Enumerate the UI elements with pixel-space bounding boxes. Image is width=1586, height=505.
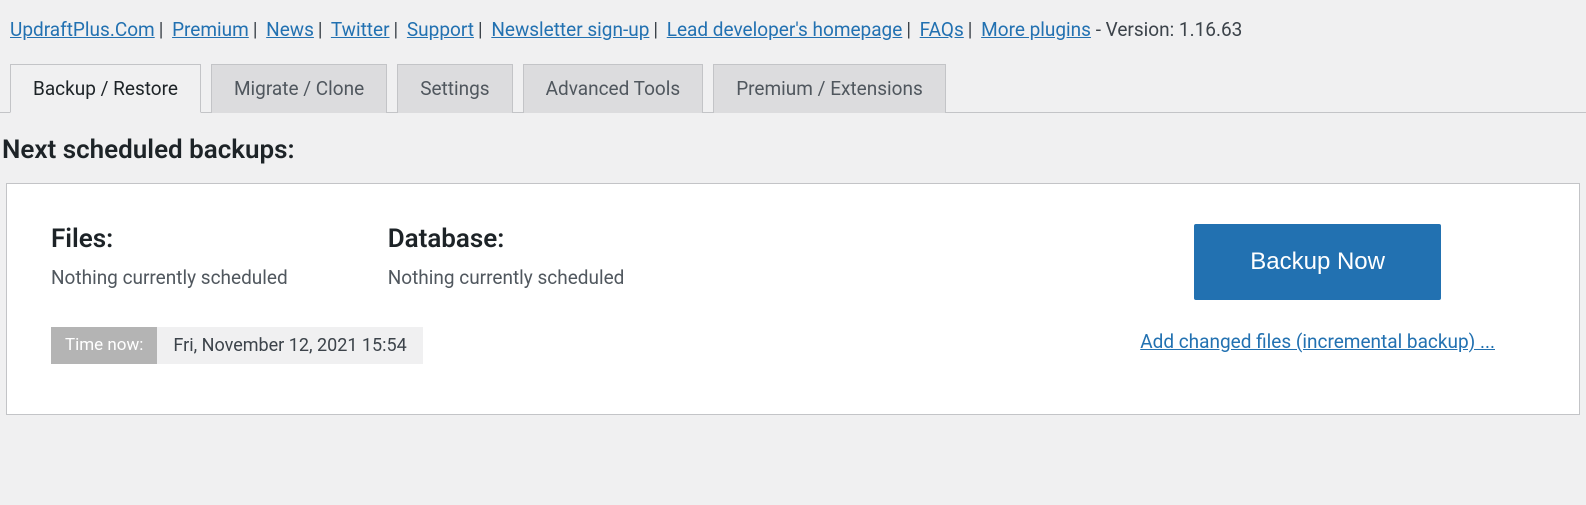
schedule-panel: Files: Nothing currently scheduled Datab… xyxy=(6,183,1580,415)
schedule-row: Files: Nothing currently scheduled Datab… xyxy=(51,224,1140,289)
incremental-backup-link[interactable]: Add changed files (incremental backup) .… xyxy=(1140,330,1495,353)
tab-migrate-clone[interactable]: Migrate / Clone xyxy=(211,64,387,113)
files-status: Nothing currently scheduled xyxy=(51,266,288,289)
files-schedule-block: Files: Nothing currently scheduled xyxy=(51,224,288,289)
database-status: Nothing currently scheduled xyxy=(388,266,625,289)
top-links-bar: UpdraftPlus.Com| Premium| News| Twitter|… xyxy=(0,0,1586,53)
backup-now-button[interactable]: Backup Now xyxy=(1194,224,1441,300)
version-text: - Version: 1.16.63 xyxy=(1096,18,1243,41)
panel-right: Backup Now Add changed files (incrementa… xyxy=(1140,224,1535,353)
tab-advanced-tools[interactable]: Advanced Tools xyxy=(523,64,704,113)
link-news[interactable]: News xyxy=(266,18,314,41)
tabs-container: Backup / Restore Migrate / Clone Setting… xyxy=(0,53,1586,113)
link-lead-developer[interactable]: Lead developer's homepage xyxy=(667,18,903,41)
link-support[interactable]: Support xyxy=(407,18,474,41)
panel-left: Files: Nothing currently scheduled Datab… xyxy=(51,224,1140,364)
time-now-label: Time now: xyxy=(51,327,157,364)
link-more-plugins[interactable]: More plugins xyxy=(981,18,1091,41)
time-now-value: Fri, November 12, 2021 15:54 xyxy=(157,327,422,364)
tab-settings[interactable]: Settings xyxy=(397,64,512,113)
link-premium[interactable]: Premium xyxy=(172,18,249,41)
link-twitter[interactable]: Twitter xyxy=(331,18,390,41)
tab-premium-extensions[interactable]: Premium / Extensions xyxy=(713,64,946,113)
files-label: Files: xyxy=(51,224,288,254)
section-title: Next scheduled backups: xyxy=(2,113,1586,183)
time-now-row: Time now: Fri, November 12, 2021 15:54 xyxy=(51,327,1140,364)
database-schedule-block: Database: Nothing currently scheduled xyxy=(388,224,625,289)
link-faqs[interactable]: FAQs xyxy=(920,18,964,41)
link-updraftplus[interactable]: UpdraftPlus.Com xyxy=(10,18,155,41)
tab-backup-restore[interactable]: Backup / Restore xyxy=(10,64,201,113)
database-label: Database: xyxy=(388,224,625,254)
link-newsletter[interactable]: Newsletter sign-up xyxy=(491,18,649,41)
